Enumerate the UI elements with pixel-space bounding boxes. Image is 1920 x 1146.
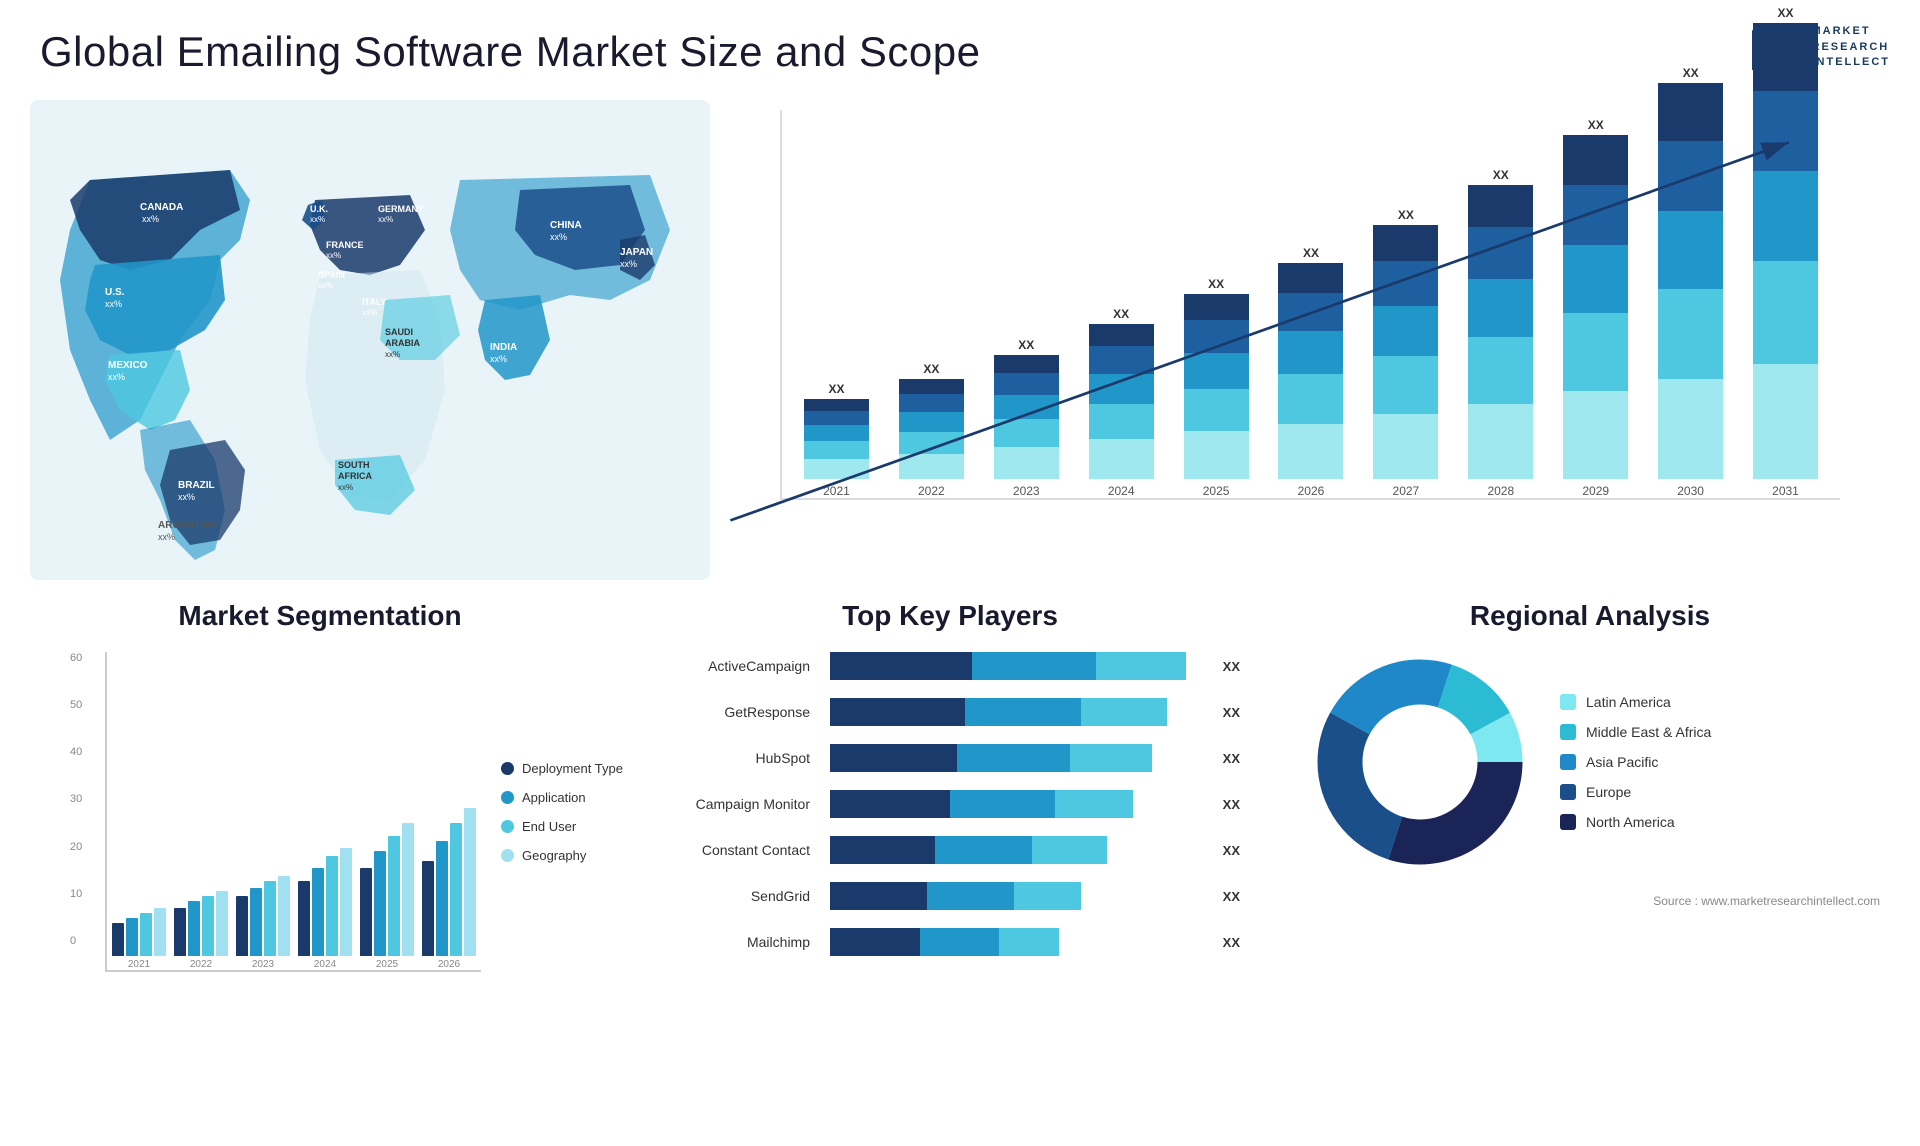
market-segmentation-section: Market Segmentation 0 10 20 30 40 50 60 …	[30, 600, 610, 1120]
svg-text:U.K.: U.K.	[310, 204, 328, 214]
svg-text:ARABIA: ARABIA	[385, 338, 420, 348]
svg-text:xx%: xx%	[178, 492, 195, 502]
svg-text:xx%: xx%	[362, 308, 377, 317]
seg-bar-2024: 2024	[298, 848, 352, 970]
svg-text:INDIA: INDIA	[490, 342, 517, 353]
player-row-constant-contact: Constant Contact XX	[660, 836, 1240, 864]
segmentation-legend: Deployment Type Application End User Geo…	[491, 652, 646, 972]
svg-text:SPAIN: SPAIN	[318, 270, 345, 280]
legend-end-user: End User	[501, 819, 636, 834]
bar-2028: XX 2028	[1456, 168, 1545, 498]
svg-text:xx%: xx%	[326, 251, 341, 260]
svg-text:ITALY: ITALY	[362, 297, 387, 307]
svg-text:BRAZIL: BRAZIL	[178, 480, 215, 491]
seg-bar-2025: 2025	[360, 823, 414, 970]
svg-text:FRANCE: FRANCE	[326, 240, 364, 250]
bar-2024: XX 2024	[1077, 307, 1166, 498]
svg-text:xx%: xx%	[338, 483, 353, 492]
player-row-hubspot: HubSpot XX	[660, 744, 1240, 772]
donut-chart-svg	[1310, 652, 1530, 872]
svg-text:JAPAN: JAPAN	[620, 247, 653, 258]
world-map-svg: CANADA xx% U.S. xx% MEXICO xx% BRAZIL xx…	[30, 100, 710, 580]
bar-2030: XX 2030	[1646, 66, 1735, 498]
svg-text:xx%: xx%	[385, 350, 400, 359]
player-row-mailchimp: Mailchimp XX	[660, 928, 1240, 956]
bar-2027: XX 2027	[1361, 208, 1450, 498]
svg-text:CANADA: CANADA	[140, 202, 183, 213]
svg-text:xx%: xx%	[318, 281, 333, 290]
svg-text:xx%: xx%	[310, 215, 325, 224]
regional-title: Regional Analysis	[1290, 600, 1890, 632]
bar-2026: XX 2026	[1267, 246, 1356, 498]
bar-2022: XX 2022	[887, 362, 976, 498]
svg-text:xx%: xx%	[158, 532, 175, 542]
key-players-section: Top Key Players ActiveCampaign XX GetRes…	[640, 600, 1260, 1120]
seg-bar-2026: 2026	[422, 808, 476, 970]
world-map-section: CANADA xx% U.S. xx% MEXICO xx% BRAZIL xx…	[30, 100, 710, 580]
bar-2031: XX 2031	[1741, 6, 1830, 498]
svg-text:GERMANY: GERMANY	[378, 204, 424, 214]
player-row-sendgrid: SendGrid XX	[660, 882, 1240, 910]
player-row-campaign-monitor: Campaign Monitor XX	[660, 790, 1240, 818]
legend-europe: Europe	[1560, 784, 1711, 800]
seg-bar-2021: 2021	[112, 908, 166, 970]
svg-text:xx%: xx%	[378, 215, 393, 224]
svg-text:xx%: xx%	[550, 232, 567, 242]
svg-text:xx%: xx%	[490, 354, 507, 364]
svg-text:xx%: xx%	[108, 372, 125, 382]
svg-text:U.S.: U.S.	[105, 287, 125, 298]
svg-text:CHINA: CHINA	[550, 220, 582, 231]
legend-north-america: North America	[1560, 814, 1711, 830]
legend-latin-america: Latin America	[1560, 694, 1711, 710]
seg-bar-2023: 2023	[236, 876, 290, 970]
svg-text:ARGENTINA: ARGENTINA	[158, 520, 217, 531]
player-row-getresponse: GetResponse XX	[660, 698, 1240, 726]
bar-2023: XX 2023	[982, 338, 1071, 498]
svg-text:SOUTH: SOUTH	[338, 460, 370, 470]
segmentation-title: Market Segmentation	[30, 600, 610, 632]
legend-geography: Geography	[501, 848, 636, 863]
legend-middle-east-africa: Middle East & Africa	[1560, 724, 1711, 740]
seg-bar-2022: 2022	[174, 891, 228, 970]
svg-text:xx%: xx%	[620, 259, 637, 269]
svg-text:SAUDI: SAUDI	[385, 327, 413, 337]
legend-asia-pacific: Asia Pacific	[1560, 754, 1711, 770]
svg-text:AFRICA: AFRICA	[338, 471, 372, 481]
source-text: Source : www.marketresearchintellect.com	[1653, 894, 1880, 908]
regional-legend: Latin America Middle East & Africa Asia …	[1560, 694, 1711, 830]
bar-2025: XX 2025	[1172, 277, 1261, 498]
player-row-activecampaign: ActiveCampaign XX	[660, 652, 1240, 680]
donut-chart-section: Latin America Middle East & Africa Asia …	[1290, 652, 1890, 872]
svg-text:MEXICO: MEXICO	[108, 360, 148, 371]
players-chart: ActiveCampaign XX GetResponse XX	[640, 652, 1260, 956]
regional-analysis-section: Regional Analysis Latin America	[1290, 600, 1890, 1120]
svg-text:xx%: xx%	[142, 214, 159, 224]
bar-2029: XX 2029	[1551, 118, 1640, 498]
players-title: Top Key Players	[640, 600, 1260, 632]
page-title: Global Emailing Software Market Size and…	[40, 28, 980, 76]
legend-application: Application	[501, 790, 636, 805]
bar-2021: XX 2021	[792, 382, 881, 498]
svg-text:xx%: xx%	[105, 299, 122, 309]
growth-chart-section: XX 2021 XX	[730, 100, 1880, 580]
legend-deployment: Deployment Type	[501, 761, 636, 776]
